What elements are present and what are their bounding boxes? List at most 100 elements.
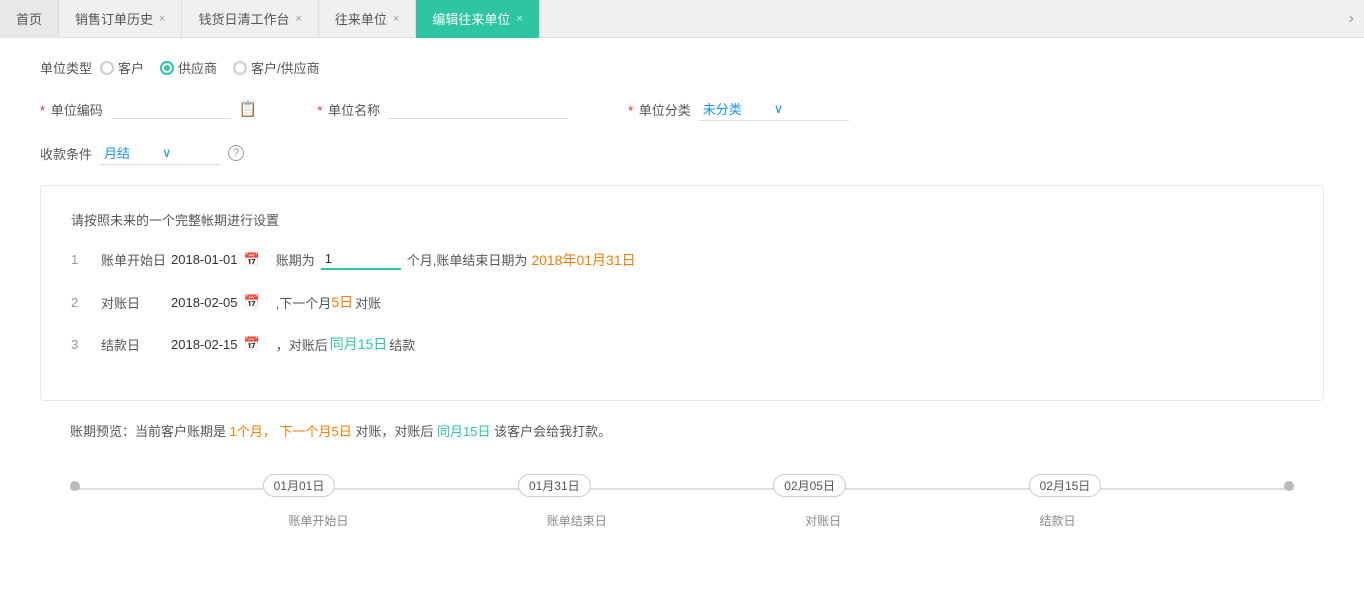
- tab-partner-unit[interactable]: 往来单位 ×: [319, 0, 416, 38]
- period-index-1: 1: [71, 252, 101, 267]
- unit-code-input[interactable]: 000001: [111, 99, 231, 119]
- tl-label-4: 结款日: [1040, 512, 1076, 529]
- payment-field: 收款条件 月结 ∨ ?: [40, 141, 244, 165]
- timeline-points: 01月01日 01月31日 02月05日 02月15日: [70, 474, 1294, 497]
- unit-code-field: * 单位编码 000001 📋: [40, 99, 257, 119]
- tab-home[interactable]: 首页: [0, 0, 59, 38]
- payment-select[interactable]: 月结 ∨: [100, 141, 220, 165]
- unit-name-input[interactable]: 河南供应商22: [388, 99, 568, 119]
- radio-label-customer-supplier: 客户/供应商: [251, 58, 320, 77]
- period-label-2: 对账日: [101, 293, 171, 312]
- unit-class-label: * 单位分类: [628, 100, 691, 119]
- preview-part3: 同月15日: [437, 424, 490, 439]
- timeline-track: 01月01日 01月31日 02月05日 02月15日: [70, 474, 1294, 504]
- period-card: 请按照未来的一个完整帐期进行设置 1 账单开始日 2018-01-01 📅 账期…: [40, 185, 1324, 401]
- required-star-code: *: [40, 103, 45, 118]
- cal-icon-2[interactable]: 📅: [244, 294, 260, 310]
- preview-part2: 下一个月5日: [280, 424, 352, 439]
- period-end-date-1: 2018年01月31日: [531, 250, 635, 270]
- close-tab-edit-partner[interactable]: ×: [516, 13, 522, 25]
- preview-mid: 对账，对账后: [355, 424, 433, 439]
- period-suffix-2: 对账: [355, 293, 381, 312]
- unit-code-icon[interactable]: 📋: [239, 100, 258, 118]
- unit-class-value: 未分类: [703, 99, 774, 118]
- radio-circle-customer: [100, 61, 114, 75]
- timeline-point-2: 01月31日: [518, 474, 591, 497]
- timeline-end-dot: [1284, 481, 1294, 491]
- unit-name-field: * 单位名称 河南供应商22: [317, 99, 568, 119]
- unit-class-dropdown-icon: ∨: [774, 101, 845, 117]
- radio-label-supplier: 供应商: [178, 58, 217, 77]
- close-tab-cash-work[interactable]: ×: [295, 13, 301, 25]
- required-star-name: *: [317, 103, 322, 118]
- timeline-badge-4: 02月15日: [1029, 474, 1102, 497]
- cal-icon-1[interactable]: 📅: [244, 252, 260, 268]
- period-mid-1: 账期为: [276, 250, 315, 269]
- unit-type-field: 单位类型 客户 供应商 客户/供应商: [40, 58, 320, 77]
- radio-circle-supplier: [160, 61, 174, 75]
- unit-type-label: 单位类型: [40, 58, 92, 77]
- payment-dropdown-icon: ∨: [162, 145, 216, 161]
- period-label-3: 结款日: [101, 335, 171, 354]
- preview-part1: 1个月，: [230, 424, 276, 439]
- tl-label-1: 账单开始日: [288, 512, 348, 529]
- timeline-start: [70, 481, 80, 491]
- tl-label-2: 账单结束日: [547, 512, 607, 529]
- radio-customer-supplier[interactable]: 客户/供应商: [233, 58, 320, 77]
- period-date-3: 2018-02-15: [171, 337, 238, 352]
- preview-prefix: 账期预览：当前客户账期是: [70, 424, 226, 439]
- timeline-badge-3: 02月05日: [773, 474, 846, 497]
- unit-class-select[interactable]: 未分类 ∨: [699, 97, 849, 121]
- period-suffix-1: 个月,账单结束日期为: [407, 250, 528, 269]
- period-date-2: 2018-02-05: [171, 295, 238, 310]
- tl-label-3: 对账日: [805, 512, 841, 529]
- timeline-container: 01月01日 01月31日 02月05日 02月15日: [40, 464, 1324, 559]
- timeline-point-1: 01月01日: [263, 474, 336, 497]
- payment-value: 月结: [104, 143, 158, 162]
- period-months-input[interactable]: [321, 249, 401, 270]
- unit-class-field: * 单位分类 未分类 ∨: [628, 97, 849, 121]
- period-label-1: 账单开始日: [101, 250, 171, 269]
- cal-icon-3[interactable]: 📅: [244, 336, 260, 352]
- period-row-3: 3 结款日 2018-02-15 📅 ，对账后 同月15日 结款: [71, 334, 1293, 354]
- main-content: 单位类型 客户 供应商 客户/供应商 * 单位编码: [0, 38, 1364, 608]
- payment-help-icon[interactable]: ?: [228, 145, 244, 161]
- period-date-1: 2018-01-01: [171, 252, 238, 267]
- radio-customer[interactable]: 客户: [100, 58, 144, 77]
- radio-circle-customer-supplier: [233, 61, 247, 75]
- radio-supplier[interactable]: 供应商: [160, 58, 217, 77]
- radio-label-customer: 客户: [118, 58, 144, 77]
- tab-sales-history[interactable]: 销售订单历史 ×: [59, 0, 182, 38]
- close-tab-sales-history[interactable]: ×: [159, 13, 165, 25]
- period-row-1: 1 账单开始日 2018-01-01 📅 账期为 个月,账单结束日期为 2018…: [71, 249, 1293, 270]
- preview-suffix: 该客户会给我打款。: [494, 424, 611, 439]
- unit-code-label: * 单位编码: [40, 100, 103, 119]
- tab-expand-icon[interactable]: ›: [1339, 10, 1364, 28]
- tl-spacer-start: [80, 512, 90, 529]
- timeline-badge-2: 01月31日: [518, 474, 591, 497]
- tl-spacer-end: [1274, 512, 1284, 529]
- period-index-3: 3: [71, 337, 101, 352]
- timeline-end: [1284, 481, 1294, 491]
- unit-info-row: * 单位编码 000001 📋 * 单位名称 河南供应商22 * 单位分类 未分…: [40, 97, 1324, 121]
- period-index-2: 2: [71, 295, 101, 310]
- timeline-badge-1: 01月01日: [263, 474, 336, 497]
- card-title: 请按照未来的一个完整帐期进行设置: [71, 210, 1293, 229]
- period-suffix-3: 结款: [389, 335, 415, 354]
- tab-cash-work[interactable]: 钱货日清工作台 ×: [182, 0, 318, 38]
- unit-type-radio-group: 客户 供应商 客户/供应商: [100, 58, 320, 77]
- required-star-class: *: [628, 103, 633, 118]
- timeline-point-3: 02月05日: [773, 474, 846, 497]
- unit-name-label: * 单位名称: [317, 100, 380, 119]
- timeline-start-dot: [70, 481, 80, 491]
- unit-type-row: 单位类型 客户 供应商 客户/供应商: [40, 58, 1324, 77]
- payment-row: 收款条件 月结 ∨ ?: [40, 141, 1324, 165]
- period-highlight-2: 5日: [331, 292, 353, 312]
- payment-label: 收款条件: [40, 144, 92, 163]
- close-tab-partner-unit[interactable]: ×: [393, 13, 399, 25]
- tab-edit-partner[interactable]: 编辑往来单位 ×: [416, 0, 539, 38]
- period-prefix-3: ，对账后: [276, 335, 328, 354]
- period-row-2: 2 对账日 2018-02-05 📅 ,下一个月 5日 对账: [71, 292, 1293, 312]
- tab-bar: 首页 销售订单历史 × 钱货日清工作台 × 往来单位 × 编辑往来单位 × ›: [0, 0, 1364, 38]
- timeline-labels: 账单开始日 账单结束日 对账日 结款日: [70, 512, 1294, 529]
